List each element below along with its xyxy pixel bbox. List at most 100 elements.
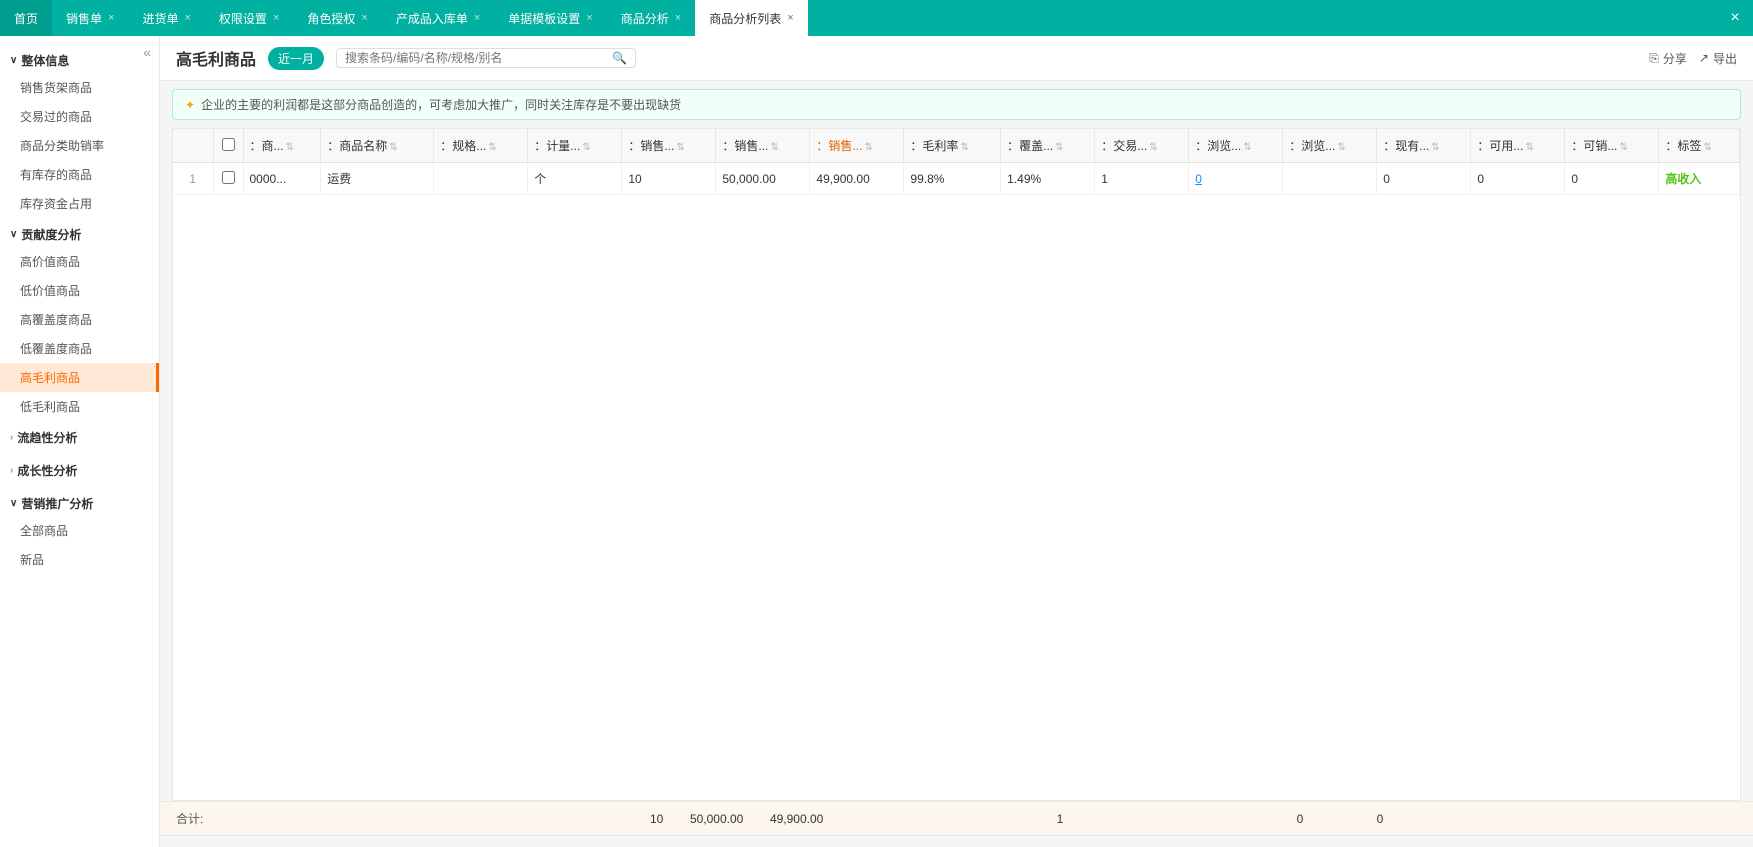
sidebar-collapse-button[interactable]: « [143,44,151,60]
window-close-button[interactable]: × [1717,0,1753,36]
footer-totals: 合计: 10 50,000.00 49,900.00 1 0 0 [160,801,1753,835]
col-header-available[interactable]: ：可用...⇅ [1471,129,1565,163]
sidebar-item-all-products[interactable]: 全部商品 [0,516,159,545]
filter-recent-month-button[interactable]: 近一月 [268,47,324,70]
search-box[interactable]: 🔍 [336,48,636,68]
nav-purchase-order[interactable]: 进货单 × [128,0,204,36]
footer-available: 0 [1309,812,1389,826]
cell-trade: 1 [1095,163,1189,195]
col-header-name[interactable]: ：商品名称⇅ [321,129,434,163]
col-header-checkbox[interactable] [213,129,243,163]
col-header-tag[interactable]: ：标签⇅ [1659,129,1740,163]
nav-permission-settings[interactable]: 权限设置 × [205,0,293,36]
main-layout: « ∨ 整体信息 销售货架商品 交易过的商品 商品分类助销率 有库存的商品 库存… [0,36,1753,847]
close-template-settings[interactable]: × [586,12,592,24]
share-button[interactable]: ⎘ 分享 [1649,50,1687,67]
sidebar-item-new-products[interactable]: 新品 [0,545,159,574]
footer-label: 合计: [176,810,219,827]
cell-sellable: 0 [1565,163,1659,195]
col-header-coverage[interactable]: ：覆盖...⇅ [1001,129,1095,163]
col-header-sales1[interactable]: ：销售...⇅ [622,129,716,163]
col-header-current[interactable]: ：现有...⇅ [1377,129,1471,163]
export-button[interactable]: ↗ 导出 [1699,50,1737,67]
cell-num: 1 [173,163,213,195]
sidebar-group-overall[interactable]: ∨ 整体信息 [0,44,159,73]
cell-unit: 个 [528,163,622,195]
sidebar-item-sales-shelf[interactable]: 销售货架商品 [0,73,159,102]
share-icon: ⎘ [1649,51,1659,66]
close-purchase-order[interactable]: × [184,12,190,24]
sidebar-item-category-rate[interactable]: 商品分类助销率 [0,131,159,160]
top-navigation: 首页 销售单 × 进货单 × 权限设置 × 角色授权 × 产成品入库单 × 单据… [0,0,1753,36]
col-header-sales2[interactable]: ：销售...⇅ [716,129,810,163]
cell-spec [434,163,528,195]
nav-product-warehouse[interactable]: 产成品入库单 × [382,0,494,36]
col-header-sellable[interactable]: ：可销...⇅ [1565,129,1659,163]
horizontal-scrollbar[interactable] [160,835,1753,847]
arrow-icon: › [10,465,13,476]
select-all-checkbox[interactable] [222,138,235,151]
sidebar-item-high-coverage[interactable]: 高覆盖度商品 [0,305,159,334]
sidebar: « ∨ 整体信息 销售货架商品 交易过的商品 商品分类助销率 有库存的商品 库存… [0,36,160,847]
header-actions: ⎘ 分享 ↗ 导出 [1649,50,1737,67]
cell-checkbox[interactable] [213,163,243,195]
close-permission-settings[interactable]: × [273,12,279,24]
col-header-browse1[interactable]: ：浏览...⇅ [1189,129,1283,163]
close-sales-order[interactable]: × [108,12,114,24]
col-header-num [173,129,213,163]
search-input[interactable] [345,51,608,65]
nav-template-settings[interactable]: 单据模板设置 × [494,0,606,36]
col-header-trade[interactable]: ：交易...⇅ [1095,129,1189,163]
sidebar-group-trend[interactable]: › 流趋性分析 [0,421,159,454]
sidebar-group-contribution[interactable]: ∨ 贡献度分析 [0,218,159,247]
arrow-icon: ∨ [10,229,17,240]
cell-name: 运费 [321,163,434,195]
sidebar-group-growth[interactable]: › 成长性分析 [0,454,159,487]
nav-home[interactable]: 首页 [0,0,52,36]
nav-product-analysis-list[interactable]: 商品分析列表 × [695,0,807,36]
info-banner: ✦ 企业的主要的利润都是这部分商品创造的，可考虑加大推广，同时关注库存是不要出现… [172,89,1741,120]
col-header-browse2[interactable]: ：浏览...⇅ [1283,129,1377,163]
close-product-analysis-list[interactable]: × [787,12,793,24]
sidebar-group-marketing[interactable]: ∨ 营销推广分析 [0,487,159,516]
close-role-auth[interactable]: × [361,12,367,24]
nav-product-analysis[interactable]: 商品分析 × [607,0,695,36]
sidebar-item-high-value[interactable]: 高价值商品 [0,247,159,276]
cell-sales2: 50,000.00 [716,163,810,195]
col-header-gross-rate[interactable]: ：毛利率⇅ [904,129,1001,163]
sidebar-item-stock-capital[interactable]: 库存资金占用 [0,189,159,218]
sidebar-item-traded[interactable]: 交易过的商品 [0,102,159,131]
cell-tag: 高收入 [1659,163,1740,195]
page-title: 高毛利商品 [176,46,256,70]
nav-sales-order[interactable]: 销售单 × [52,0,128,36]
cell-current: 0 [1377,163,1471,195]
row-checkbox[interactable] [222,171,235,184]
sidebar-item-in-stock[interactable]: 有库存的商品 [0,160,159,189]
arrow-icon: ∨ [10,498,17,509]
close-product-warehouse[interactable]: × [474,12,480,24]
cell-sales1: 10 [622,163,716,195]
cell-browse2 [1283,163,1377,195]
col-header-spec[interactable]: ：规格...⇅ [434,129,528,163]
table-row: 1 0000... 运费 个 10 50,000.00 49,900.00 99… [173,163,1740,195]
footer-sales3: 49,900.00 [749,812,829,826]
footer-current: 0 [1229,812,1309,826]
export-icon: ↗ [1699,51,1709,65]
col-header-unit[interactable]: ：计量...⇅ [528,129,622,163]
cell-browse1[interactable]: 0 [1189,163,1283,195]
nav-role-auth[interactable]: 角色授权 × [293,0,381,36]
sidebar-item-high-margin[interactable]: 高毛利商品 [0,363,159,392]
data-table-container[interactable]: ：商...⇅ ：商品名称⇅ ：规格...⇅ ：计量...⇅ ：销售...⇅ [172,128,1741,801]
sidebar-item-low-coverage[interactable]: 低覆盖度商品 [0,334,159,363]
product-table: ：商...⇅ ：商品名称⇅ ：规格...⇅ ：计量...⇅ ：销售...⇅ [173,129,1740,195]
col-header-sales3[interactable]: ：销售...⇅ [810,129,904,163]
cell-code: 0000... [243,163,321,195]
sidebar-item-low-value[interactable]: 低价值商品 [0,276,159,305]
close-product-analysis[interactable]: × [675,12,681,24]
sidebar-item-low-margin[interactable]: 低毛利商品 [0,392,159,421]
info-icon: ✦ [185,98,195,112]
cell-available: 0 [1471,163,1565,195]
search-icon[interactable]: 🔍 [612,51,627,65]
col-header-code[interactable]: ：商...⇅ [243,129,321,163]
cell-sales3: 49,900.00 [810,163,904,195]
